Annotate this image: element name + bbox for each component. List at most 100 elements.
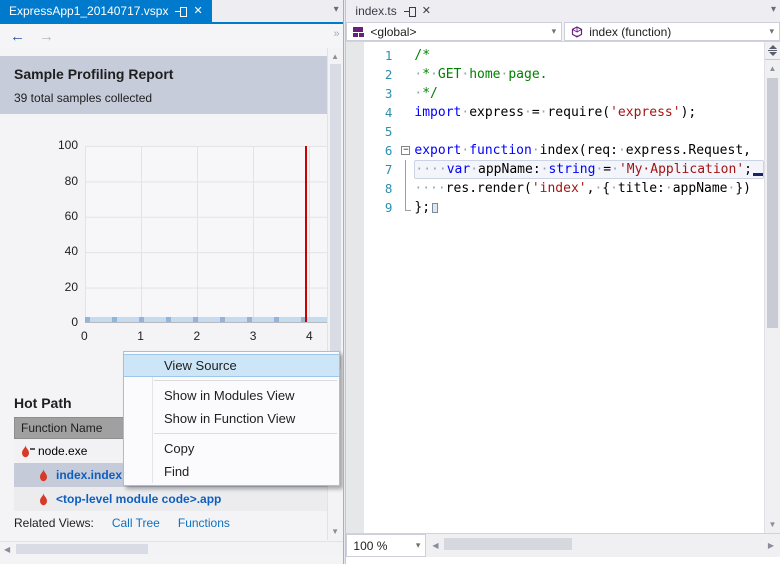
call-tree-link[interactable]: Call Tree [112, 516, 160, 530]
menu-item-find[interactable]: Find [124, 460, 339, 483]
code-line[interactable]: 8 ···· res.render('index', ·{· title: · appNam… [364, 179, 764, 198]
whitespace-dots: · [617, 143, 626, 158]
x-tick-label: 1 [137, 329, 144, 343]
scroll-down-icon[interactable]: ▼ [328, 527, 343, 536]
functions-link[interactable]: Functions [178, 516, 230, 530]
code-text: ···· var · appName: · string · = · 'My·Applicatio… [414, 160, 764, 179]
method-icon [572, 25, 583, 38]
end-of-file-marker [432, 202, 439, 213]
scope-dropdown[interactable]: <global> ▾ [346, 22, 563, 41]
editor-navigation-bar: <global> ▾ index (function) ▾ [346, 22, 780, 42]
code-token: GET [437, 67, 462, 82]
code-line[interactable]: 1 /* [364, 46, 764, 65]
y-tick-label: 20 [64, 280, 78, 294]
collapse-minus-icon[interactable]: − [401, 146, 411, 155]
splitter-handle-icon[interactable] [765, 42, 780, 60]
code-token: = [531, 105, 540, 120]
scroll-left-icon[interactable]: ◀ [432, 541, 438, 550]
whitespace-dots: · [531, 143, 540, 158]
code-editor[interactable]: 1/* 2 · * · GET · home · page. 3 · */4 import · express… [346, 42, 780, 533]
member-dropdown[interactable]: index (function) ▾ [564, 22, 780, 41]
hot-path-title: Hot Path [14, 395, 72, 411]
scroll-up-icon[interactable]: ▲ [765, 64, 780, 73]
code-line[interactable]: 4 import · express · = · require('express'); [364, 103, 764, 122]
whitespace-dots: · [664, 181, 673, 196]
chevron-down-icon: ▾ [769, 26, 774, 36]
zoom-dropdown[interactable]: 100 % ▾ [346, 534, 427, 557]
member-dropdown-value: index (function) [589, 24, 672, 39]
outlining-margin [398, 65, 414, 84]
code-line[interactable]: 2 · * · GET · home · page. [364, 65, 764, 84]
code-token: title: [617, 181, 665, 196]
line-number: 3 [384, 86, 393, 101]
close-icon[interactable]: ✕ [193, 5, 202, 17]
scrollbar-thumb[interactable] [329, 64, 341, 370]
code-token: string [548, 162, 596, 177]
tab-index-ts[interactable]: index.ts ✕ [346, 0, 440, 22]
horizontal-scrollbar[interactable]: ◀ ▶ [0, 541, 343, 556]
menu-item-show-in-function-view[interactable]: Show in Function View [124, 407, 339, 430]
line-number: 7 [384, 162, 393, 177]
whitespace-dots: · [594, 181, 603, 196]
flame-process-icon [20, 444, 35, 458]
code-token: 'My·Application' [618, 162, 745, 177]
tab-list-dropdown-icon[interactable]: ▾ [771, 4, 776, 15]
code-line[interactable]: 9}; [364, 198, 764, 217]
code-token: home [469, 67, 501, 82]
indicator-margin[interactable] [346, 42, 365, 533]
report-header: Sample Profiling Report 39 total samples… [0, 56, 343, 114]
whitespace-dots: · [595, 162, 604, 177]
chevron-down-icon: ▾ [415, 540, 421, 550]
right-tab-strip: index.ts ✕ ▾ [346, 0, 780, 22]
close-icon[interactable]: ✕ [422, 5, 431, 17]
whitespace-dots: ···· [414, 181, 446, 196]
editor-vertical-scrollbar[interactable]: ▲ ▼ [764, 42, 780, 533]
editor-bottom-bar: 100 % ▾ ◀ ▶ [346, 533, 780, 557]
toolbar-overflow-icon[interactable]: » [334, 28, 340, 40]
outlining-margin [398, 84, 414, 103]
flame-icon [38, 468, 49, 482]
report-title: Sample Profiling Report [14, 66, 174, 82]
menu-item-view-source[interactable]: View Source [124, 354, 339, 377]
back-arrow-icon[interactable]: ← [10, 28, 25, 45]
scroll-down-icon[interactable]: ▼ [765, 520, 780, 529]
menu-separator [154, 433, 337, 434]
forward-arrow-icon[interactable]: → [39, 28, 54, 45]
namespace-icon [353, 26, 364, 37]
code-line[interactable]: 7 ···· var · appName: · string · = · 'My·Applicati… [364, 160, 764, 179]
x-axis-labels: 0 1 2 3 4 5 [81, 329, 343, 343]
chevron-down-icon: ▾ [551, 26, 557, 36]
function-name: node.exe [38, 444, 88, 458]
cpu-usage-chart[interactable] [85, 146, 343, 323]
menu-item-show-in-modules-view[interactable]: Show in Modules View [124, 384, 339, 407]
code-token: /* [414, 48, 431, 63]
tab-list-dropdown-icon[interactable]: ▾ [334, 4, 339, 15]
context-menu: View Source Show in Modules View Show in… [123, 351, 340, 486]
line-number: 5 [384, 124, 393, 139]
line-number: 6 [384, 143, 393, 158]
code-line[interactable]: 3 · */ [364, 84, 764, 103]
scrollbar-thumb[interactable] [444, 538, 573, 550]
pin-icon[interactable] [175, 6, 188, 17]
scroll-left-icon[interactable]: ◀ [4, 545, 10, 554]
menu-item-copy[interactable]: Copy [124, 437, 339, 460]
pin-icon[interactable] [403, 6, 416, 17]
scroll-up-icon[interactable]: ▲ [328, 52, 343, 61]
code-line[interactable]: 6− export · function · index(req: · express.Req… [364, 141, 764, 160]
code-token: express [469, 105, 524, 120]
current-time-marker[interactable] [305, 146, 308, 322]
table-row[interactable]: <top-level module code>.app [14, 487, 343, 511]
code-text: · * · GET · home · page. [414, 65, 764, 84]
scrollbar-thumb[interactable] [16, 544, 148, 554]
tab-profiling-report[interactable]: ExpressApp1_20140717.vspx ✕ [0, 0, 212, 22]
samples-series-line [85, 317, 343, 322]
scrollbar-thumb[interactable] [767, 78, 778, 328]
code-line[interactable]: 5 [364, 122, 764, 141]
code-editor-pane: index.ts ✕ ▾ <global> ▾ index (function)… [346, 0, 780, 564]
editor-horizontal-scrollbar[interactable]: ◀ ▶ [426, 534, 780, 557]
code-text: /* [414, 46, 764, 65]
x-tick-label: 0 [81, 329, 88, 343]
zoom-value: 100 % [353, 538, 388, 553]
scroll-right-icon[interactable]: ▶ [768, 541, 774, 550]
code-text: ···· res.render('index', ·{· title: · appName… [414, 179, 764, 198]
